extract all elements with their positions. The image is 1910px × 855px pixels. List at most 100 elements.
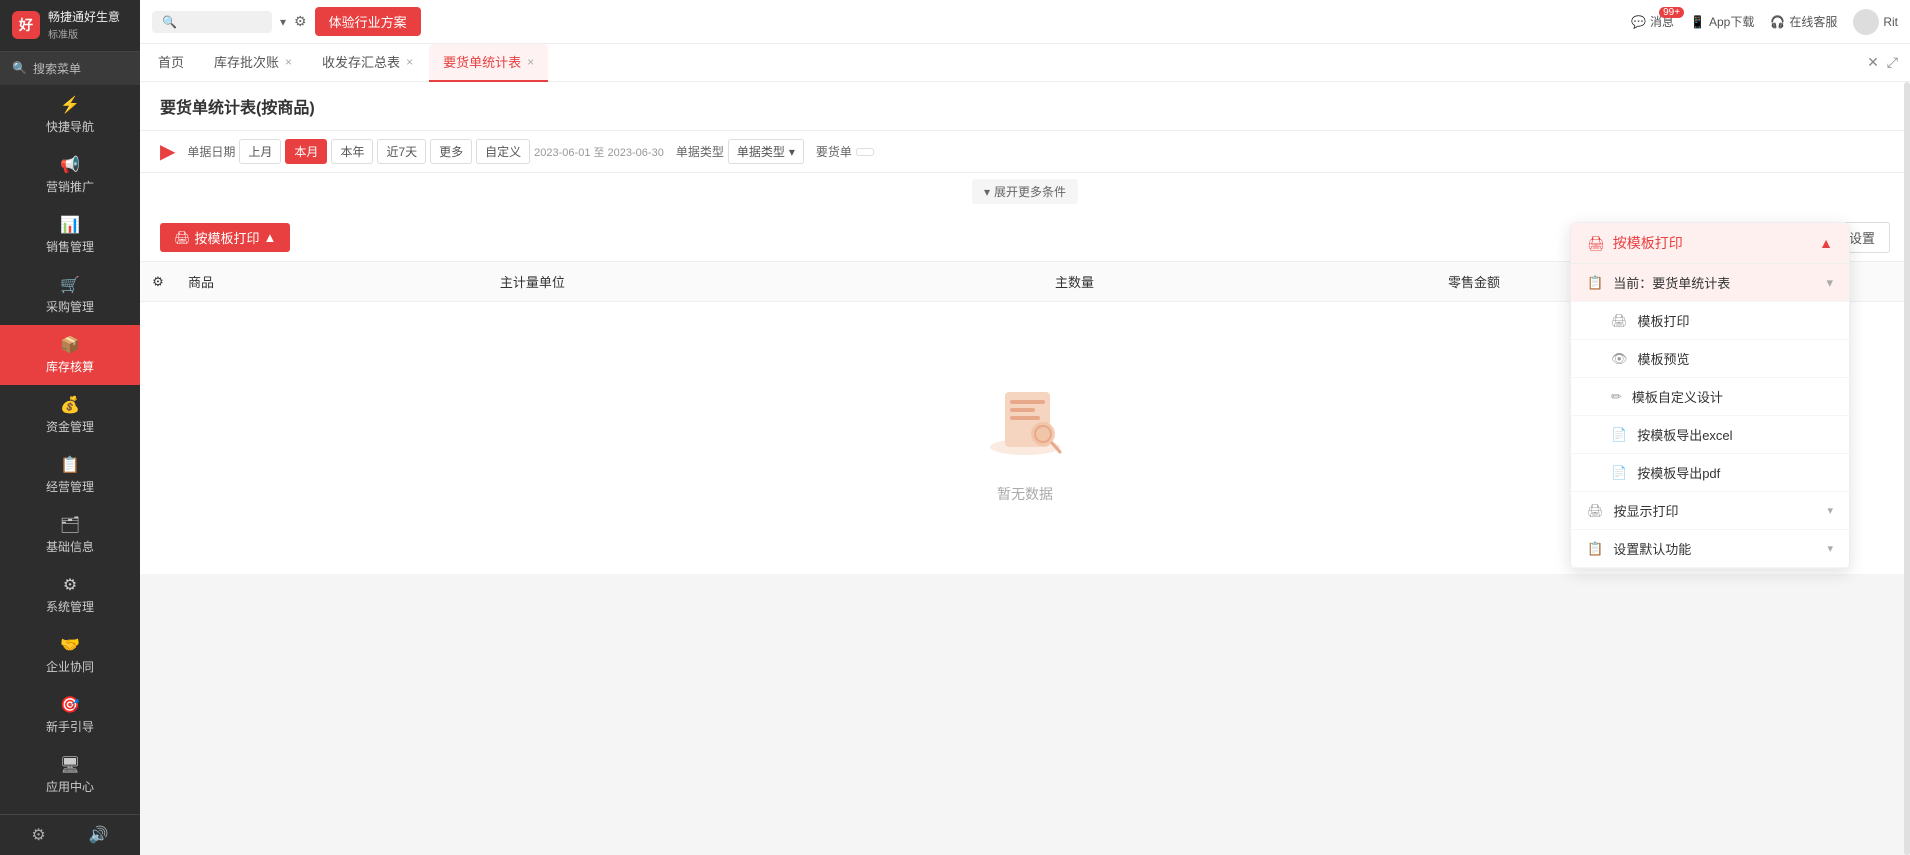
set-default-left: 📋 设置默认功能 bbox=[1587, 539, 1691, 558]
dropdown-item-template-print[interactable]: 🖨 模板打印 bbox=[1571, 302, 1849, 340]
tab-order[interactable]: 要货单统计表 × bbox=[429, 44, 548, 82]
dropdown-current: 📋 当前：要货单统计表 ▾ bbox=[1571, 264, 1849, 302]
tab-home[interactable]: 首页 bbox=[144, 44, 198, 82]
tabs-window-btns: ✕ ⤢ bbox=[1867, 54, 1906, 71]
date-btn-last7[interactable]: 近7天 bbox=[377, 139, 426, 164]
settings-icon[interactable]: ⚙ bbox=[31, 825, 45, 845]
topbar: 🔍 ▾ ⚙ 体验行业方案 💬 消息 99+ 📱 App下载 🎧 在线客服 Rit bbox=[140, 0, 1910, 44]
template-custom-label: 模板自定义设计 bbox=[1632, 387, 1723, 406]
topbar-dropdown-arrow[interactable]: ▾ bbox=[280, 15, 286, 29]
trial-btn[interactable]: 体验行业方案 bbox=[315, 7, 421, 36]
tab-order-label: 要货单统计表 bbox=[443, 52, 521, 71]
tab-order-close[interactable]: × bbox=[527, 55, 534, 69]
dropdown-item-template-pdf[interactable]: 📄 按模板导出pdf bbox=[1571, 454, 1849, 492]
order-type-value: 单据类型 bbox=[737, 143, 785, 160]
sidebar-label-enterprise: 企业协同 bbox=[46, 658, 94, 675]
template-custom-icon: ✏ bbox=[1611, 389, 1622, 405]
tab-batch[interactable]: 库存批次账 × bbox=[200, 44, 306, 82]
sidebar-label-newbie: 新手引导 bbox=[46, 718, 94, 735]
dropdown-item-template-excel[interactable]: 📄 按模板导出excel bbox=[1571, 416, 1849, 454]
app-download-icon: 📱 bbox=[1690, 15, 1705, 29]
sidebar-item-inventory[interactable]: 📦 库存核算 bbox=[0, 325, 140, 385]
sidebar-search[interactable]: 🔍 搜索菜单 bbox=[0, 52, 140, 85]
sidebar-item-finance[interactable]: 💰 资金管理 bbox=[0, 385, 140, 445]
print-icon: 🖨 bbox=[174, 230, 191, 246]
dropdown-panel: 🖨 按模板打印 ▲ 📋 当前：要货单统计表 ▾ 🖨 模板打印 👁 模板预览 bbox=[1570, 222, 1850, 569]
app-download-label: App下载 bbox=[1709, 13, 1754, 30]
message-btn[interactable]: 💬 消息 99+ bbox=[1631, 13, 1674, 30]
topbar-right: 💬 消息 99+ 📱 App下载 🎧 在线客服 Rit bbox=[1631, 9, 1898, 35]
tab-batch-label: 库存批次账 bbox=[214, 52, 279, 71]
sidebar-item-system[interactable]: ⚙ 系统管理 bbox=[0, 565, 140, 625]
goods-filter: 要货单 bbox=[816, 143, 874, 160]
order-type-arrow: ▾ bbox=[789, 145, 795, 159]
inventory-icon: 📦 bbox=[60, 335, 80, 355]
sidebar-item-operations[interactable]: 📋 经营管理 bbox=[0, 445, 140, 505]
sidebar-item-purchase[interactable]: 🛒 采购管理 bbox=[0, 265, 140, 325]
service-icon: 🎧 bbox=[1770, 15, 1785, 29]
order-type-select[interactable]: 单据类型 ▾ bbox=[728, 139, 804, 164]
online-service-btn[interactable]: 🎧 在线客服 bbox=[1770, 13, 1837, 30]
filter-expand-icon[interactable]: ▶ bbox=[160, 139, 175, 164]
topbar-search[interactable]: 🔍 bbox=[152, 11, 272, 33]
print-label: 按模板打印 bbox=[195, 228, 260, 247]
app-version: 标准版 bbox=[48, 26, 120, 41]
empty-icon bbox=[975, 372, 1075, 472]
goods-select[interactable] bbox=[856, 148, 874, 156]
tabs-bar: 首页 库存批次账 × 收发存汇总表 × 要货单统计表 × ✕ ⤢ bbox=[140, 44, 1910, 82]
sidebar: 好 畅捷通好生意 标准版 🔍 搜索菜单 ⚡ 快捷导航 📢 营销推广 📊 销售管理… bbox=[0, 0, 140, 855]
finance-icon: 💰 bbox=[60, 395, 80, 415]
dropdown-item-template-preview[interactable]: 👁 模板预览 bbox=[1571, 340, 1849, 378]
right-scrollbar[interactable] bbox=[1904, 82, 1910, 855]
dropdown-section-set-default[interactable]: 📋 设置默认功能 ▾ bbox=[1571, 530, 1849, 568]
page-title: 要货单统计表(按商品) bbox=[160, 94, 1890, 118]
sidebar-item-wechat[interactable]: 💬 企业微信 bbox=[0, 805, 140, 814]
sidebar-item-shortcut[interactable]: ⚡ 快捷导航 bbox=[0, 85, 140, 145]
print-btn[interactable]: 🖨 按模板打印 ▲ bbox=[160, 223, 290, 252]
user-avatar[interactable]: Rit bbox=[1853, 9, 1898, 35]
tab-home-label: 首页 bbox=[158, 52, 184, 71]
window-maximize-btn[interactable]: ⤢ bbox=[1887, 54, 1898, 71]
order-type-label: 单据类型 bbox=[676, 143, 724, 160]
date-btn-prev-month[interactable]: 上月 bbox=[239, 139, 281, 164]
sidebar-label-inventory: 库存核算 bbox=[46, 358, 94, 375]
sidebar-item-enterprise[interactable]: 🤝 企业协同 bbox=[0, 625, 140, 685]
tab-collection-close[interactable]: × bbox=[406, 55, 413, 69]
sidebar-label-purchase: 采购管理 bbox=[46, 298, 94, 315]
date-btn-current-year[interactable]: 本年 bbox=[331, 139, 373, 164]
page-content: 要货单统计表(按商品) ▶ 单据日期 上月 本月 本年 近7天 更多 自定义 2… bbox=[140, 82, 1910, 855]
col-settings[interactable]: ⚙ bbox=[140, 262, 176, 302]
dropdown-section-display-print[interactable]: 🖨 按显示打印 ▾ bbox=[1571, 492, 1849, 530]
sidebar-nav: ⚡ 快捷导航 📢 营销推广 📊 销售管理 🛒 采购管理 📦 库存核算 💰 资金管… bbox=[0, 85, 140, 814]
sidebar-label-shortcut: 快捷导航 bbox=[46, 118, 94, 135]
template-print-icon: 🖨 bbox=[1611, 313, 1628, 329]
tab-collection[interactable]: 收发存汇总表 × bbox=[308, 44, 427, 82]
template-print-label: 模板打印 bbox=[1638, 311, 1690, 330]
dropdown-up-arrow[interactable]: ▲ bbox=[1819, 235, 1833, 251]
date-btn-current-month[interactable]: 本月 bbox=[285, 139, 327, 164]
filter-bar: ▶ 单据日期 上月 本月 本年 近7天 更多 自定义 2023-06-01 至 … bbox=[140, 131, 1910, 173]
search-icon: 🔍 bbox=[12, 61, 27, 75]
expand-more-btn[interactable]: ▾ 展开更多条件 bbox=[972, 179, 1078, 204]
date-btn-custom[interactable]: 自定义 bbox=[476, 139, 530, 164]
expand-icon: ▾ bbox=[984, 185, 990, 199]
window-close-btn[interactable]: ✕ bbox=[1867, 54, 1879, 71]
date-btn-more[interactable]: 更多 bbox=[430, 139, 472, 164]
dropdown-item-template-custom[interactable]: ✏ 模板自定义设计 bbox=[1571, 378, 1849, 416]
newbie-icon: 🎯 bbox=[60, 695, 80, 715]
set-default-arrow: ▾ bbox=[1827, 542, 1833, 555]
page-header: 要货单统计表(按商品) bbox=[140, 82, 1910, 131]
template-preview-label: 模板预览 bbox=[1638, 349, 1690, 368]
topbar-gear-icon[interactable]: ⚙ bbox=[294, 13, 307, 30]
app-download-btn[interactable]: 📱 App下载 bbox=[1690, 13, 1754, 30]
sound-icon[interactable]: 🔊 bbox=[89, 825, 109, 845]
sidebar-item-marketing[interactable]: 📢 营销推广 bbox=[0, 145, 140, 205]
tab-batch-close[interactable]: × bbox=[285, 55, 292, 69]
sales-icon: 📊 bbox=[60, 215, 80, 235]
dropdown-header-left: 🖨 按模板打印 bbox=[1587, 233, 1683, 253]
sidebar-item-appcenter[interactable]: 🖥 应用中心 bbox=[0, 745, 140, 805]
topbar-search-icon: 🔍 bbox=[162, 15, 177, 29]
sidebar-item-sales[interactable]: 📊 销售管理 bbox=[0, 205, 140, 265]
sidebar-item-newbie[interactable]: 🎯 新手引导 bbox=[0, 685, 140, 745]
sidebar-item-basic[interactable]: 🗂 基础信息 bbox=[0, 505, 140, 565]
